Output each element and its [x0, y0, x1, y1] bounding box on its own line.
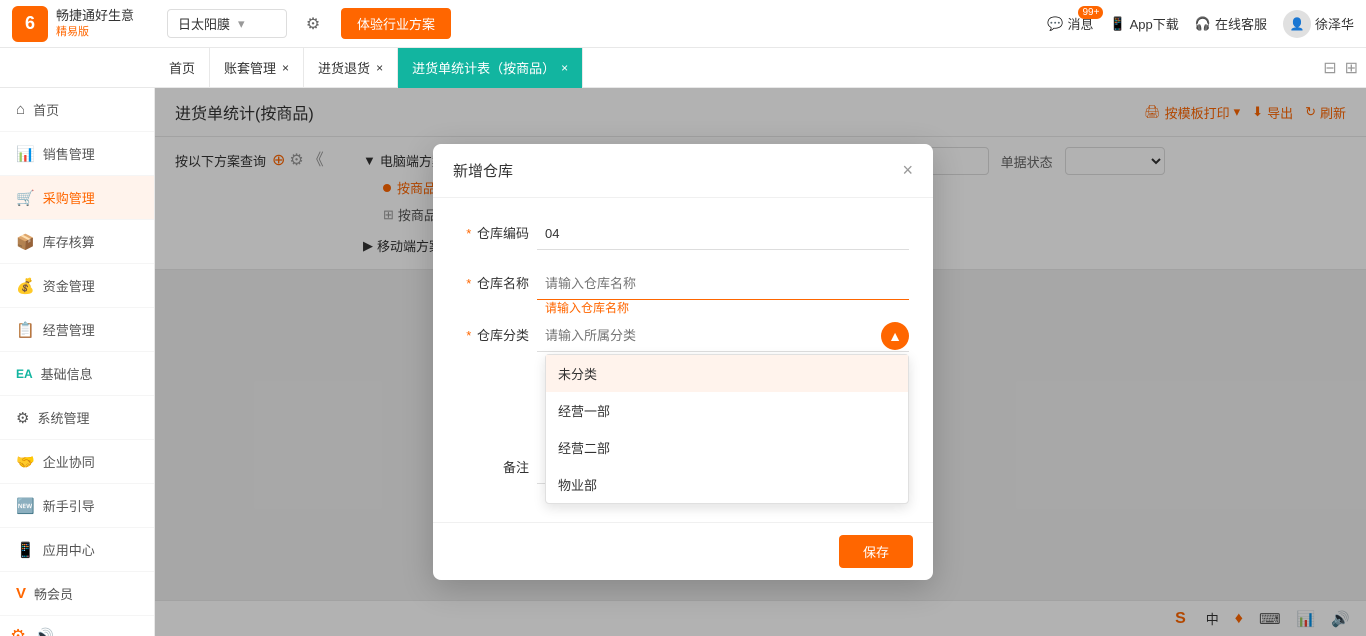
sales-icon: 📊: [16, 145, 35, 163]
option-unclassified[interactable]: 未分类: [546, 355, 908, 392]
modal-header: 新增仓库 ×: [433, 144, 933, 198]
form-row-category: * 仓库分类 ▲ 未分类 经营一部 经营二部 物业部: [457, 320, 909, 352]
tab-purchase-return[interactable]: 进货退货 ×: [304, 48, 398, 88]
sidebar-item-operations[interactable]: 📋 经营管理: [0, 308, 154, 352]
tab-close-icon[interactable]: ×: [561, 61, 568, 75]
option-property[interactable]: 物业部: [546, 466, 908, 503]
home-icon: ⌂: [16, 101, 25, 118]
remark-label: 备注: [457, 452, 537, 484]
basic-info-icon: EA: [16, 367, 33, 381]
sidebar-item-newguide[interactable]: 🆕 新手引导: [0, 484, 154, 528]
modal-body: * 仓库编码 * 仓库名称: [433, 198, 933, 522]
header-right: 💬 消息 99+ 📱 App下载 🎧 在线客服 👤 徐泽华: [1047, 10, 1354, 38]
form-row-name: * 仓库名称 请输入仓库名称: [457, 268, 909, 300]
sidebar-item-sales[interactable]: 📊 销售管理: [0, 132, 154, 176]
name-input[interactable]: [537, 268, 909, 300]
logo-text: 畅捷通好生意 精易版: [56, 8, 134, 39]
modal-title: 新增仓库: [453, 160, 513, 181]
enterprise-icon: 🤝: [16, 453, 35, 471]
category-dropdown-list: 未分类 经营一部 经营二部 物业部: [545, 354, 909, 504]
category-input-wrapper: ▲: [537, 320, 909, 352]
avatar: 👤: [1283, 10, 1311, 38]
top-header: 6 畅捷通好生意 精易版 日太阳膜 ▾ ⚙ 体验行业方案 💬 消息 99+ 📱 …: [0, 0, 1366, 48]
headset-icon: 🎧: [1195, 16, 1211, 32]
gear-icon[interactable]: ⚙: [297, 8, 329, 40]
tab-purchase-stat[interactable]: 进货单统计表（按商品） ×: [398, 48, 583, 88]
sidebar-bottom: ⚙ 🔊: [0, 616, 154, 636]
tab-close-icon[interactable]: ×: [282, 61, 289, 75]
appcenter-icon: 📱: [16, 541, 35, 559]
online-service-button[interactable]: 🎧 在线客服: [1195, 14, 1267, 33]
category-input[interactable]: [537, 320, 909, 352]
sidebar-item-system[interactable]: ⚙ 系统管理: [0, 396, 154, 440]
volume-icon[interactable]: 🔊: [34, 627, 54, 636]
code-input[interactable]: [537, 218, 909, 250]
option-dept1[interactable]: 经营一部: [546, 392, 908, 429]
tab-account[interactable]: 账套管理 ×: [210, 48, 304, 88]
tab-bar: 首页 账套管理 × 进货退货 × 进货单统计表（按商品） × ⊟ ⊞: [0, 48, 1366, 88]
code-label: * 仓库编码: [457, 218, 537, 250]
tab-home[interactable]: 首页: [155, 48, 210, 88]
form-row-code: * 仓库编码: [457, 218, 909, 250]
messages-button[interactable]: 💬 消息 99+: [1047, 14, 1093, 33]
tab-expand-icon[interactable]: ⊞: [1345, 58, 1358, 78]
sidebar-item-vip[interactable]: V 畅会员: [0, 572, 154, 616]
newguide-icon: 🆕: [16, 497, 35, 515]
tab-close-icon[interactable]: ×: [376, 61, 383, 75]
user-menu[interactable]: 👤 徐泽华: [1283, 10, 1354, 38]
finance-icon: 💰: [16, 277, 35, 295]
vip-icon: V: [16, 585, 26, 602]
tab-minimize-icon[interactable]: ⊟: [1323, 58, 1336, 78]
sidebar-item-appcenter[interactable]: 📱 应用中心: [0, 528, 154, 572]
app-download-button[interactable]: 📱 App下载: [1109, 14, 1178, 33]
add-warehouse-modal: 新增仓库 × * 仓库编码: [433, 144, 933, 580]
mobile-icon: 📱: [1109, 16, 1125, 32]
modal-backdrop: 新增仓库 × * 仓库编码: [155, 88, 1366, 636]
operations-icon: 📋: [16, 321, 35, 339]
modal-footer: 保存: [433, 522, 933, 580]
logo-icon: 6: [12, 6, 48, 42]
content-area: 进货单统计(按商品) 🖨 按模板打印 ▾ ⬇ 导出 ↻ 刷新: [155, 88, 1366, 636]
sidebar-item-enterprise[interactable]: 🤝 企业协同: [0, 440, 154, 484]
sidebar-item-finance[interactable]: 💰 资金管理: [0, 264, 154, 308]
sidebar: ⌂ 首页 📊 销售管理 🛒 采购管理 📦 库存核算 💰 资金管理 📋 经营管理 …: [0, 88, 155, 636]
sidebar-item-home[interactable]: ⌂ 首页: [0, 88, 154, 132]
category-label: * 仓库分类: [457, 320, 537, 352]
category-dropdown-arrow[interactable]: ▲: [881, 322, 909, 350]
inventory-icon: 📦: [16, 233, 35, 251]
sidebar-item-basic-info[interactable]: EA 基础信息: [0, 352, 154, 396]
name-error-msg: 请输入仓库名称: [545, 299, 629, 316]
tab-bar-actions: ⊟ ⊞: [1323, 58, 1366, 78]
main-layout: ⌂ 首页 📊 销售管理 🛒 采购管理 📦 库存核算 💰 资金管理 📋 经营管理 …: [0, 88, 1366, 636]
chevron-down-icon: ▾: [238, 16, 245, 32]
store-selector[interactable]: 日太阳膜 ▾: [167, 9, 287, 38]
option-dept2[interactable]: 经营二部: [546, 429, 908, 466]
sidebar-item-purchase[interactable]: 🛒 采购管理: [0, 176, 154, 220]
system-icon: ⚙: [16, 409, 29, 427]
sidebar-item-inventory[interactable]: 📦 库存核算: [0, 220, 154, 264]
close-icon[interactable]: ×: [902, 160, 913, 181]
trial-button[interactable]: 体验行业方案: [341, 8, 451, 39]
logo-area: 6 畅捷通好生意 精易版: [12, 6, 167, 42]
save-button[interactable]: 保存: [839, 535, 913, 568]
message-icon: 💬: [1047, 16, 1063, 32]
purchase-icon: 🛒: [16, 189, 35, 207]
settings-bottom-icon[interactable]: ⚙: [10, 626, 26, 636]
name-label: * 仓库名称: [457, 268, 537, 300]
